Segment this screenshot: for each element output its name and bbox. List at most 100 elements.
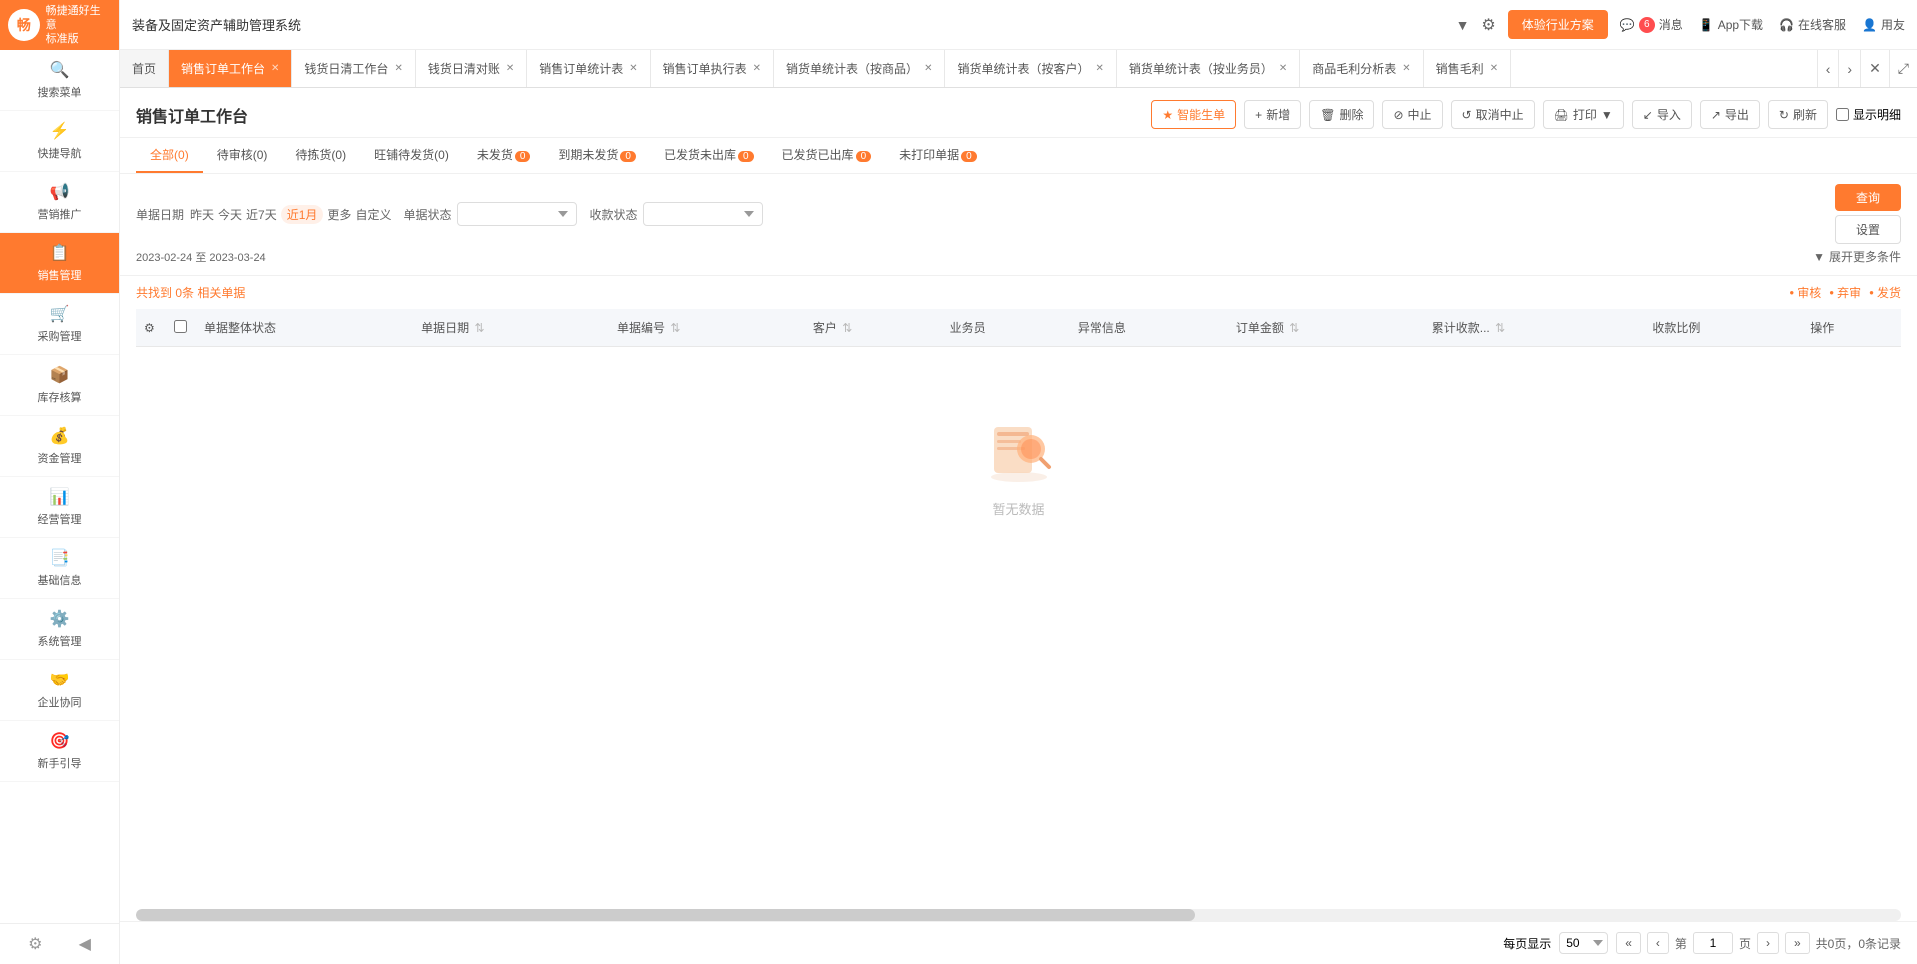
date-more[interactable]: 更多 [327, 206, 351, 223]
prev-page-btn[interactable]: ‹ [1647, 932, 1669, 954]
sidebar-item-finance[interactable]: 💰 资金管理 [0, 416, 119, 477]
tab-cash-reconcile[interactable]: 钱货日清对账 ✕ [416, 50, 527, 88]
message-icon: 💬 [1620, 18, 1635, 32]
tab-sales-stats-product[interactable]: 销货单统计表（按商品） ✕ [774, 50, 945, 88]
tab-sales-workbench[interactable]: 销售订单工作台 ✕ [169, 50, 292, 88]
tab-close-sales-exec[interactable]: ✕ [753, 63, 761, 74]
select-all-checkbox[interactable] [174, 320, 187, 333]
sidebar-bottom: ⚙ ◀ [0, 923, 119, 964]
sub-tab-wangpu-ship[interactable]: 旺铺待发货(0) [360, 138, 463, 173]
sidebar-item-system[interactable]: ⚙️ 系统管理 [0, 599, 119, 660]
import-btn[interactable]: ↙ 导入 [1632, 100, 1692, 129]
message-group[interactable]: 💬 6 消息 [1620, 16, 1683, 33]
tab-sales-stats-staff[interactable]: 销货单统计表（按业务员） ✕ [1117, 50, 1300, 88]
page-size-select[interactable]: 50 10 20 100 [1559, 932, 1608, 954]
system-title-dropdown[interactable]: ▼ [1456, 17, 1470, 33]
smart-btn[interactable]: ★ 智能生单 [1151, 100, 1236, 129]
refresh-btn[interactable]: ↻ 刷新 [1768, 100, 1828, 129]
sub-tab-overdue-ship[interactable]: 到期未发货0 [544, 138, 650, 173]
settings-button[interactable]: ⚙ [28, 934, 42, 954]
ship-action[interactable]: 发货 [1869, 284, 1901, 301]
tab-close-stats-product[interactable]: ✕ [924, 63, 932, 74]
industry-btn[interactable]: 体验行业方案 [1508, 10, 1608, 39]
sidebar-item-quick-nav[interactable]: ⚡ 快捷导航 [0, 111, 119, 172]
tab-sales-stats[interactable]: 销售订单统计表 ✕ [527, 50, 650, 88]
sidebar-item-basic[interactable]: 📑 基础信息 [0, 538, 119, 599]
show-detail-checkbox[interactable]: 显示明细 [1836, 106, 1901, 123]
sub-tab-pending-inspect[interactable]: 待拣货(0) [281, 138, 360, 173]
date-1month[interactable]: 近1月 [281, 205, 324, 224]
sidebar-item-marketing[interactable]: 📢 营销推广 [0, 172, 119, 233]
scrollbar-thumb[interactable] [136, 909, 1195, 921]
first-page-btn[interactable]: « [1616, 932, 1641, 954]
sub-tab-not-printed[interactable]: 未打印单据0 [885, 138, 991, 173]
tab-close-sales-stats[interactable]: ✕ [629, 63, 637, 74]
tab-sales-profit[interactable]: 销售毛利 ✕ [1424, 50, 1511, 88]
print-btn[interactable]: 🖨 打印 ▼ [1543, 100, 1624, 129]
sub-tab-pending-review[interactable]: 待审核(0) [203, 138, 282, 173]
tab-close-current[interactable]: ✕ [1860, 50, 1889, 88]
tab-close-product-margin[interactable]: ✕ [1402, 63, 1410, 74]
sub-tab-shipped-out[interactable]: 已发货已出库0 [768, 138, 886, 173]
stop-btn[interactable]: ⊘ 中止 [1382, 100, 1442, 129]
sort-amount-icon[interactable]: ⇅ [1289, 321, 1299, 335]
sub-tab-shipped-no-out[interactable]: 已发货未出库0 [650, 138, 768, 173]
tab-home[interactable]: 首页 [120, 50, 169, 88]
tab-scroll-left[interactable]: ‹ [1817, 50, 1839, 88]
sub-tab-all[interactable]: 全部(0) [136, 138, 203, 173]
app-download-group[interactable]: 📱 App下载 [1699, 16, 1763, 33]
filter-area: 单据日期 昨天 今天 近7天 近1月 更多 自定义 单据状态 [120, 174, 1917, 276]
settings-btn[interactable]: 设置 [1835, 215, 1901, 244]
sort-date-icon[interactable]: ⇅ [474, 321, 484, 335]
sidebar-item-search[interactable]: 🔍 搜索菜单 [0, 50, 119, 111]
sort-customer-icon[interactable]: ⇅ [842, 321, 852, 335]
online-service-group[interactable]: 🎧 在线客服 [1779, 16, 1846, 33]
sort-collected-icon[interactable]: ⇅ [1495, 321, 1505, 335]
sidebar-item-sales[interactable]: 📋 销售管理 [0, 233, 119, 294]
horizontal-scrollbar[interactable] [136, 909, 1901, 921]
tab-product-margin[interactable]: 商品毛利分析表 ✕ [1300, 50, 1423, 88]
tab-scroll-right[interactable]: › [1838, 50, 1860, 88]
logo-letter: 畅 [17, 15, 31, 35]
tab-cash-daily[interactable]: 钱货日清工作台 ✕ [292, 50, 415, 88]
sidebar-item-guide[interactable]: 🎯 新手引导 [0, 721, 119, 782]
tab-close-cash-daily[interactable]: ✕ [394, 63, 402, 74]
sort-number-icon[interactable]: ⇅ [670, 321, 680, 335]
date-yesterday[interactable]: 昨天 [190, 206, 214, 223]
review-action[interactable]: 审核 [1789, 284, 1821, 301]
page-number-input[interactable] [1693, 932, 1733, 954]
date-7days[interactable]: 近7天 [246, 206, 277, 223]
sidebar-item-purchase[interactable]: 🛒 采购管理 [0, 294, 119, 355]
th-settings[interactable]: ⚙ [136, 309, 166, 347]
expand-btn[interactable]: ▼ 展开更多条件 [1813, 248, 1901, 265]
tab-sales-exec[interactable]: 销售订单执行表 ✕ [651, 50, 774, 88]
show-detail-input[interactable] [1836, 108, 1849, 121]
query-btn[interactable]: 查询 [1835, 184, 1901, 211]
tab-close-stats-staff[interactable]: ✕ [1279, 63, 1287, 74]
tab-maximize[interactable]: ⤢ [1889, 50, 1917, 88]
un-review-action[interactable]: 弃审 [1829, 284, 1861, 301]
sub-tab-not-shipped[interactable]: 未发货0 [463, 138, 545, 173]
user-group[interactable]: 👤 用友 [1862, 16, 1905, 33]
status-select[interactable] [457, 202, 577, 226]
date-today[interactable]: 今天 [218, 206, 242, 223]
delete-btn[interactable]: 🗑 删除 [1309, 100, 1374, 129]
collapse-button[interactable]: ◀ [79, 934, 91, 954]
cancel-stop-btn[interactable]: ↺ 取消中止 [1451, 100, 1535, 129]
export-btn[interactable]: ↗ 导出 [1700, 100, 1760, 129]
table-right-actions: 审核 弃审 发货 [1789, 284, 1901, 301]
tab-close-stats-customer[interactable]: ✕ [1095, 63, 1103, 74]
tab-close-sales-workbench[interactable]: ✕ [271, 63, 279, 74]
tab-close-cash-reconcile[interactable]: ✕ [506, 63, 514, 74]
payment-select[interactable] [643, 202, 763, 226]
tab-close-sales-profit[interactable]: ✕ [1490, 63, 1498, 74]
date-custom[interactable]: 自定义 [355, 206, 391, 223]
topbar-settings-icon[interactable]: ⚙ [1481, 15, 1495, 35]
add-btn[interactable]: + 新增 [1244, 100, 1301, 129]
next-page-btn[interactable]: › [1757, 932, 1779, 954]
sidebar-item-operation[interactable]: 📊 经营管理 [0, 477, 119, 538]
sidebar-item-inventory[interactable]: 📦 库存核算 [0, 355, 119, 416]
last-page-btn[interactable]: » [1785, 932, 1810, 954]
sidebar-item-cooperation[interactable]: 🤝 企业协同 [0, 660, 119, 721]
tab-sales-stats-customer[interactable]: 销货单统计表（按客户） ✕ [945, 50, 1116, 88]
